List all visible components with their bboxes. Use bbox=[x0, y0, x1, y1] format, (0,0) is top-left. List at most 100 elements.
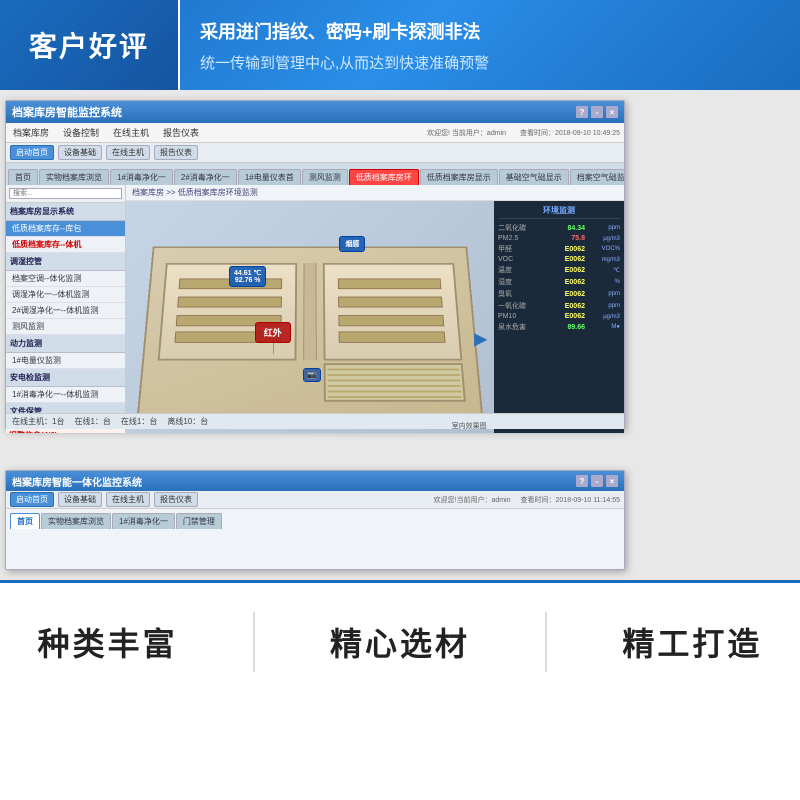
sidebar-item-env-monitor[interactable]: 低质档案库存--体机 bbox=[6, 237, 125, 253]
sw1-env-panel: 环境监测 二氧化碳 84.34 ppm PM2.5 75.8 μg/m3 甲醛 … bbox=[494, 201, 624, 433]
env-label-voc: VOC bbox=[498, 256, 545, 263]
env-label-co: 一氧化碳 bbox=[498, 301, 545, 311]
tab-air-display[interactable]: 基础空气础显示 bbox=[499, 169, 569, 185]
env-row-pm10: PM10 E0062 μg/m3 bbox=[498, 313, 620, 320]
sw1-navtabs: 首页 实物档案库浏览 1#消毒净化一 2#消毒净化一 1#电量仪表首 测风监测 … bbox=[6, 163, 624, 185]
toolbar-btn-report[interactable]: 报告仪表 bbox=[154, 145, 198, 160]
feature-variety: 种类丰富 bbox=[38, 619, 178, 665]
toolbar-btn-home[interactable]: 启动首页 bbox=[10, 145, 54, 160]
sw2-help-button[interactable]: ? bbox=[576, 475, 588, 487]
menu-item-archives[interactable]: 档案库房 bbox=[10, 126, 52, 139]
minimize-button[interactable]: - bbox=[591, 106, 603, 118]
sw1-window-controls[interactable]: ? - × bbox=[576, 106, 618, 118]
software-window-2: 档案库房智能一体化监控系统 ? - × 启动首页 设备基础 在线主机 报告仪表 … bbox=[5, 470, 625, 570]
sw1-titlebar: 档案库房智能监控系统 ? - × bbox=[6, 101, 624, 123]
sw1-title: 档案库房智能监控系统 bbox=[12, 104, 576, 120]
tab-disinfect1[interactable]: 1#消毒净化一 bbox=[110, 169, 173, 185]
env-row-ozone: 臭氧 E0062 ppm bbox=[498, 289, 620, 299]
env-unit-humidity: % bbox=[585, 279, 620, 285]
tab-home[interactable]: 首页 bbox=[8, 169, 38, 185]
sensor-temp-humidity: 44.61 ℃ 92.76 % bbox=[229, 266, 266, 287]
banner-line2: 统一传输到管理中心,从而达到快速准确预警 bbox=[200, 52, 800, 73]
sw2-tab-disinfect[interactable]: 1#消毒净化一 bbox=[112, 513, 175, 529]
env-row-pm25: PM2.5 75.8 μg/m3 bbox=[498, 235, 620, 242]
env-unit-co2: ppm bbox=[585, 225, 620, 231]
feature-craft: 精工打造 bbox=[622, 619, 762, 665]
env-label-voc-label: 甲醛 bbox=[498, 244, 545, 254]
tab-power[interactable]: 1#电量仪表首 bbox=[238, 169, 301, 185]
env-row-co2: 二氧化碳 84.34 ppm bbox=[498, 223, 620, 233]
customer-review-label: 客户好评 bbox=[29, 25, 149, 65]
env-row-voc: 甲醛 E0062 VOC% bbox=[498, 244, 620, 254]
tab-disinfect2[interactable]: 2#消毒净化一 bbox=[174, 169, 237, 185]
env-label-humidity: 湿度 bbox=[498, 277, 545, 287]
sw1-content: 档案库房 >> 低质档案库房环境监测 bbox=[126, 185, 624, 433]
env-row-co: 一氧化碳 E0062 ppm bbox=[498, 301, 620, 311]
toolbar-btn-device[interactable]: 设备基础 bbox=[58, 145, 102, 160]
env-value-temp: E0062 bbox=[545, 267, 585, 274]
sidebar-item-wind[interactable]: 测风监测 bbox=[6, 319, 125, 335]
sensor-humidity-value: 92.76 % bbox=[234, 277, 261, 284]
sensor-infrared: 红外 bbox=[255, 322, 291, 343]
sw2-toolbar-btn-report[interactable]: 报告仪表 bbox=[154, 492, 198, 507]
sw1-statusbar: 在线主机：1台 在线1：台 在线1：台 离线10：台 bbox=[6, 413, 624, 429]
env-unit-temp: ℃ bbox=[585, 267, 620, 274]
menu-item-report[interactable]: 报告仪表 bbox=[160, 126, 202, 139]
env-unit-co: ppm bbox=[585, 303, 620, 309]
sw2-tab-physical[interactable]: 实物档案库浏览 bbox=[41, 513, 111, 529]
sw2-tab-home[interactable]: 首页 bbox=[10, 513, 40, 529]
env-value-pm25: 75.8 bbox=[545, 235, 585, 242]
tab-physical[interactable]: 实物档案库浏览 bbox=[39, 169, 109, 185]
sensor-camera: 📷 bbox=[303, 368, 322, 382]
status-online-hosts: 在线主机：1台 bbox=[12, 416, 64, 427]
env-unit-water: M● bbox=[585, 324, 620, 330]
sidebar-item-humid2[interactable]: 2#调湿净化一--体机监测 bbox=[6, 303, 125, 319]
sidebar-section-humidity: 调湿控管 bbox=[6, 253, 125, 271]
env-row-voc2: VOC E0062 mg/m3 bbox=[498, 256, 620, 263]
env-label-pm10: PM10 bbox=[498, 313, 545, 320]
tab-air-monitor[interactable]: 档案空气础监测 bbox=[570, 169, 624, 185]
env-label-temp: 温度 bbox=[498, 265, 545, 275]
sw2-minimize-button[interactable]: - bbox=[591, 475, 603, 487]
sidebar-item-disinfect[interactable]: 1#消毒净化一--体机监测 bbox=[6, 387, 125, 403]
sw1-body: 档案库房显示系统 低质档案库存--库包 低质档案库存--体机 调湿控管 档案空调… bbox=[6, 185, 624, 433]
help-button[interactable]: ? bbox=[576, 106, 588, 118]
env-value-pm10: E0062 bbox=[545, 313, 585, 320]
sw1-sidebar: 档案库房显示系统 低质档案库存--库包 低质档案库存--体机 调湿控管 档案空调… bbox=[6, 185, 126, 433]
sw2-title: 档案库房智能一体化监控系统 bbox=[12, 474, 576, 489]
header-time: 查看时间：2018-09-10 10:49:25 bbox=[520, 128, 620, 138]
sw1-breadcrumb: 档案库房 >> 低质档案库房环境监测 bbox=[126, 185, 624, 201]
env-unit-ozone: ppm bbox=[585, 291, 620, 297]
toolbar-btn-online[interactable]: 在线主机 bbox=[106, 145, 150, 160]
sw2-toolbar-btn-home[interactable]: 启动首页 bbox=[10, 492, 54, 507]
sidebar-item-low-quality[interactable]: 低质档案库存--库包 bbox=[6, 221, 125, 237]
tab-low-quality-display[interactable]: 低质档案库房显示 bbox=[420, 169, 498, 185]
env-label-water: 泉水危害 bbox=[498, 322, 545, 332]
sidebar-section-power: 动力监测 bbox=[6, 335, 125, 353]
menu-item-device[interactable]: 设备控制 bbox=[60, 126, 102, 139]
model-label: 室内效果图 bbox=[452, 421, 487, 431]
env-value-co2: 84.34 bbox=[545, 225, 585, 232]
sidebar-item-power[interactable]: 1#电量仪监测 bbox=[6, 353, 125, 369]
env-label-co2: 二氧化碳 bbox=[498, 223, 545, 233]
model-3d: 44.61 ℃ 92.76 % 红外 烟感 bbox=[126, 201, 494, 433]
sw2-toolbar-btn-device[interactable]: 设备基础 bbox=[58, 492, 102, 507]
tab-low-quality-env[interactable]: 低质档案库房环 bbox=[349, 169, 419, 185]
env-unit-formaldehyde: VOC% bbox=[585, 246, 620, 252]
sw2-tab-door[interactable]: 门禁管理 bbox=[176, 513, 222, 529]
menu-item-online[interactable]: 在线主机 bbox=[110, 126, 152, 139]
sidebar-search[interactable] bbox=[9, 188, 122, 199]
sw2-close-button[interactable]: × bbox=[606, 475, 618, 487]
close-button[interactable]: × bbox=[606, 106, 618, 118]
header-welcome: 欢迎您! 当前用户：admin bbox=[427, 128, 506, 138]
sw2-body: 首页 实物档案库浏览 1#消毒净化一 门禁管理 bbox=[6, 509, 624, 535]
nav-arrow-right[interactable]: ▶ bbox=[474, 329, 486, 349]
sw1-toolbar: 启动首页 设备基础 在线主机 报告仪表 bbox=[6, 143, 624, 163]
main-screenshot: 档案库房智能监控系统 ? - × 档案库房 设备控制 在线主机 报告仪表 欢迎您… bbox=[0, 90, 800, 580]
sw2-toolbar-btn-online[interactable]: 在线主机 bbox=[106, 492, 150, 507]
sidebar-item-ac[interactable]: 档案空调--体化监测 bbox=[6, 271, 125, 287]
feature-variety-text: 种类丰富 bbox=[38, 619, 178, 665]
alarm-title: 报警信息(4/6) bbox=[9, 430, 122, 433]
tab-wind[interactable]: 测风监测 bbox=[302, 169, 348, 185]
sidebar-item-humid1[interactable]: 调湿净化一--体机监测 bbox=[6, 287, 125, 303]
